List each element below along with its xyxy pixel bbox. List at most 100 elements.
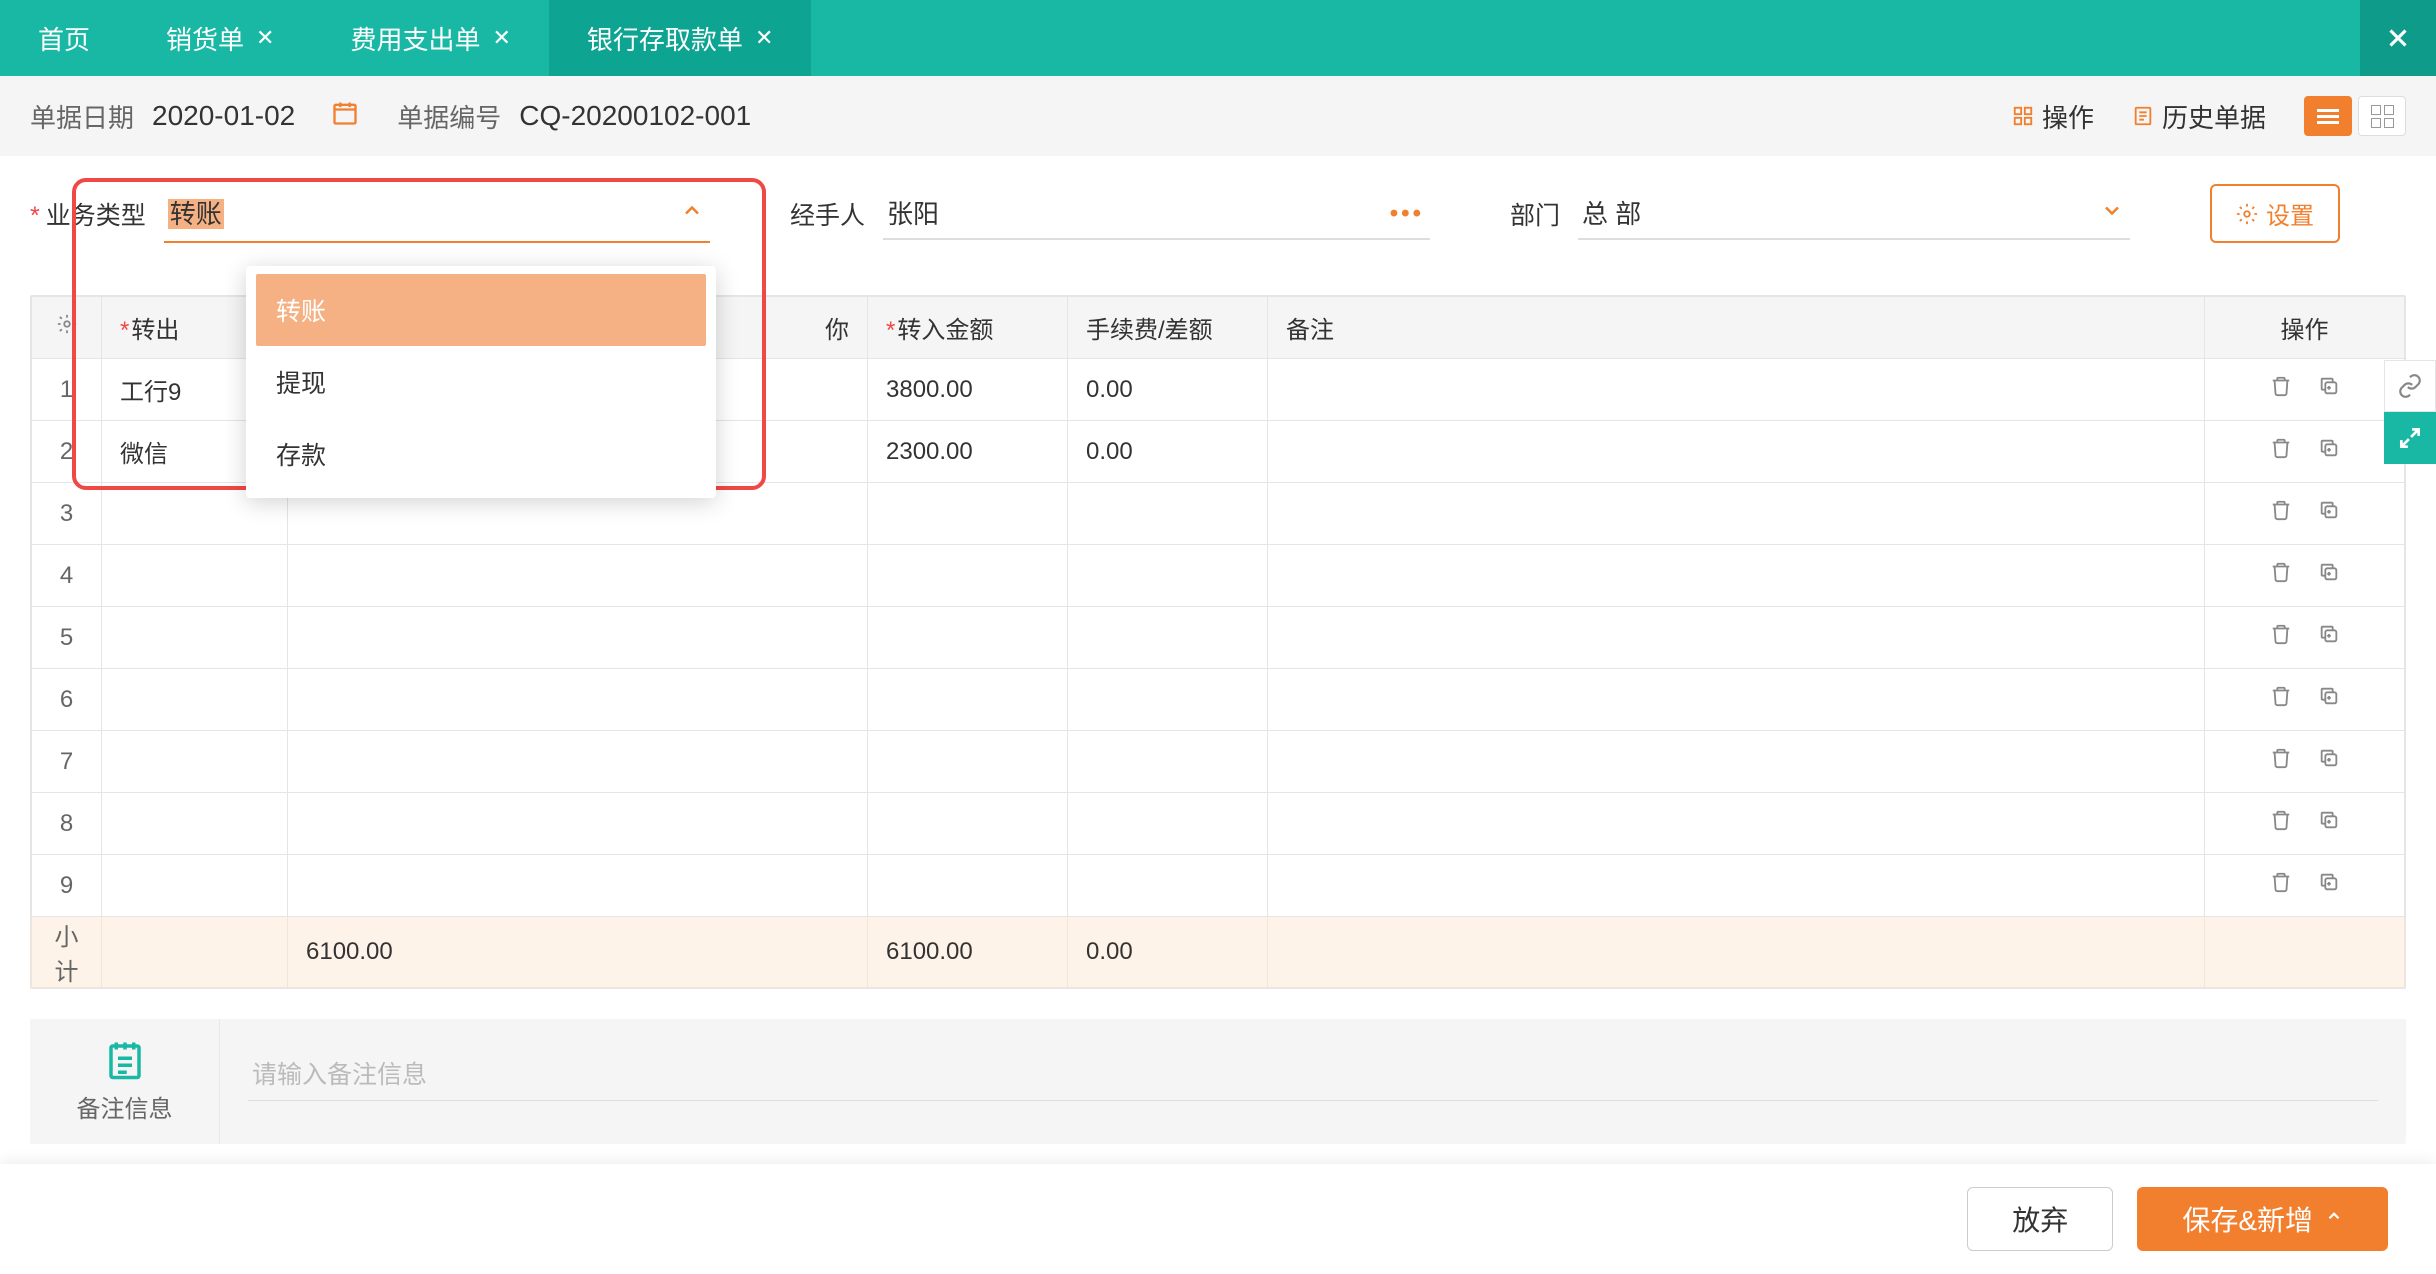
note-cell[interactable] bbox=[1268, 793, 2205, 855]
copy-row-button[interactable] bbox=[2318, 747, 2340, 776]
chevron-up-icon[interactable] bbox=[680, 198, 704, 229]
table-row[interactable]: 4 bbox=[32, 545, 2405, 607]
copy-row-button[interactable] bbox=[2318, 685, 2340, 714]
copy-row-button[interactable] bbox=[2318, 809, 2340, 838]
dropdown-item-deposit[interactable]: 存款 bbox=[256, 418, 706, 490]
handler-label: 经手人 bbox=[790, 196, 865, 232]
delete-row-button[interactable] bbox=[2270, 685, 2292, 714]
copy-row-button[interactable] bbox=[2318, 499, 2340, 528]
fee-cell[interactable] bbox=[1068, 607, 1268, 669]
copy-row-button[interactable] bbox=[2318, 561, 2340, 590]
in-amt-cell[interactable] bbox=[868, 793, 1068, 855]
fee-cell[interactable] bbox=[1068, 483, 1268, 545]
copy-row-button[interactable] bbox=[2318, 871, 2340, 900]
remark-input[interactable] bbox=[248, 1051, 2378, 1101]
in-amt-cell[interactable]: 2300.00 bbox=[868, 421, 1068, 483]
note-cell[interactable] bbox=[1268, 359, 2205, 421]
fee-cell[interactable]: 0.00 bbox=[1068, 421, 1268, 483]
out-cell[interactable] bbox=[102, 793, 288, 855]
handler-input[interactable] bbox=[883, 187, 1430, 240]
dropdown-item-withdraw[interactable]: 提现 bbox=[256, 346, 706, 418]
in-amt-cell[interactable] bbox=[868, 483, 1068, 545]
settings-button[interactable]: 设置 bbox=[2210, 184, 2340, 243]
subtotal-in: 6100.00 bbox=[868, 917, 1068, 988]
ops-label: 操作 bbox=[2042, 98, 2094, 135]
row-number: 6 bbox=[32, 669, 102, 731]
handler-field[interactable]: 经手人 ••• bbox=[790, 187, 1430, 240]
fee-cell[interactable]: 0.00 bbox=[1068, 359, 1268, 421]
dropdown-item-transfer[interactable]: 转账 bbox=[256, 274, 706, 346]
copy-row-button[interactable] bbox=[2318, 437, 2340, 466]
delete-row-button[interactable] bbox=[2270, 747, 2292, 776]
ellipsis-icon[interactable]: ••• bbox=[1390, 200, 1424, 228]
table-row[interactable]: 6 bbox=[32, 669, 2405, 731]
close-icon[interactable]: ✕ bbox=[755, 27, 773, 49]
in-amt-cell[interactable] bbox=[868, 607, 1068, 669]
expand-button[interactable] bbox=[2384, 412, 2436, 464]
note-header: 备注 bbox=[1268, 297, 2205, 359]
delete-row-button[interactable] bbox=[2270, 561, 2292, 590]
dept-field[interactable]: 部门 bbox=[1510, 187, 2130, 240]
note-cell[interactable] bbox=[1268, 669, 2205, 731]
note-cell[interactable] bbox=[1268, 421, 2205, 483]
hidden-cell[interactable] bbox=[288, 545, 868, 607]
hidden-cell[interactable] bbox=[288, 607, 868, 669]
note-cell[interactable] bbox=[1268, 607, 2205, 669]
gear-icon bbox=[56, 313, 78, 335]
table-row[interactable]: 9 bbox=[32, 855, 2405, 917]
table-row[interactable]: 7 bbox=[32, 731, 2405, 793]
calendar-icon[interactable] bbox=[331, 99, 359, 134]
view-toggle bbox=[2304, 96, 2406, 136]
biz-type-input[interactable]: 转账 bbox=[164, 184, 710, 243]
hidden-cell[interactable] bbox=[288, 793, 868, 855]
note-cell[interactable] bbox=[1268, 483, 2205, 545]
in-amt-cell[interactable]: 3800.00 bbox=[868, 359, 1068, 421]
delete-row-button[interactable] bbox=[2270, 623, 2292, 652]
history-button[interactable]: 历史单据 bbox=[2122, 98, 2276, 135]
ops-button[interactable]: 操作 bbox=[2002, 98, 2104, 135]
delete-row-button[interactable] bbox=[2270, 375, 2292, 404]
gear-header[interactable] bbox=[32, 297, 102, 359]
in-amt-cell[interactable] bbox=[868, 731, 1068, 793]
hidden-cell[interactable] bbox=[288, 731, 868, 793]
close-icon[interactable]: ✕ bbox=[492, 27, 510, 49]
out-cell[interactable] bbox=[102, 607, 288, 669]
fee-cell[interactable] bbox=[1068, 669, 1268, 731]
tab-expense[interactable]: 费用支出单✕ bbox=[312, 0, 548, 76]
delete-row-button[interactable] bbox=[2270, 437, 2292, 466]
delete-row-button[interactable] bbox=[2270, 871, 2292, 900]
view-grid-button[interactable] bbox=[2358, 96, 2406, 136]
table-row[interactable]: 8 bbox=[32, 793, 2405, 855]
remark-area: 备注信息 bbox=[30, 1019, 2406, 1144]
out-cell[interactable] bbox=[102, 731, 288, 793]
close-icon[interactable]: ✕ bbox=[256, 27, 274, 49]
table-row[interactable]: 5 bbox=[32, 607, 2405, 669]
note-cell[interactable] bbox=[1268, 545, 2205, 607]
dept-input[interactable] bbox=[1578, 187, 2130, 240]
in-amt-cell[interactable] bbox=[868, 545, 1068, 607]
close-panel-button[interactable] bbox=[2360, 0, 2436, 76]
note-cell[interactable] bbox=[1268, 731, 2205, 793]
biz-type-field[interactable]: *业务类型 转账 bbox=[30, 184, 710, 243]
copy-row-button[interactable] bbox=[2318, 623, 2340, 652]
cancel-button[interactable]: 放弃 bbox=[1967, 1187, 2113, 1251]
copy-row-button[interactable] bbox=[2318, 375, 2340, 404]
delete-row-button[interactable] bbox=[2270, 809, 2292, 838]
settings-label: 设置 bbox=[2266, 196, 2314, 231]
delete-row-button[interactable] bbox=[2270, 499, 2292, 528]
attachment-button[interactable] bbox=[2384, 360, 2436, 412]
tab-sales[interactable]: 销货单✕ bbox=[128, 0, 312, 76]
save-button[interactable]: 保存&新增 bbox=[2137, 1187, 2388, 1251]
out-cell[interactable] bbox=[102, 545, 288, 607]
chevron-down-icon[interactable] bbox=[2100, 198, 2124, 229]
fee-cell[interactable] bbox=[1068, 793, 1268, 855]
in-amt-cell[interactable] bbox=[868, 669, 1068, 731]
tab-bank[interactable]: 银行存取款单✕ bbox=[549, 0, 811, 76]
tab-home[interactable]: 首页 bbox=[0, 0, 128, 76]
date-value[interactable]: 2020-01-02 bbox=[152, 100, 295, 132]
view-list-button[interactable] bbox=[2304, 96, 2352, 136]
out-cell[interactable] bbox=[102, 669, 288, 731]
fee-cell[interactable] bbox=[1068, 731, 1268, 793]
fee-cell[interactable] bbox=[1068, 545, 1268, 607]
hidden-cell[interactable] bbox=[288, 669, 868, 731]
